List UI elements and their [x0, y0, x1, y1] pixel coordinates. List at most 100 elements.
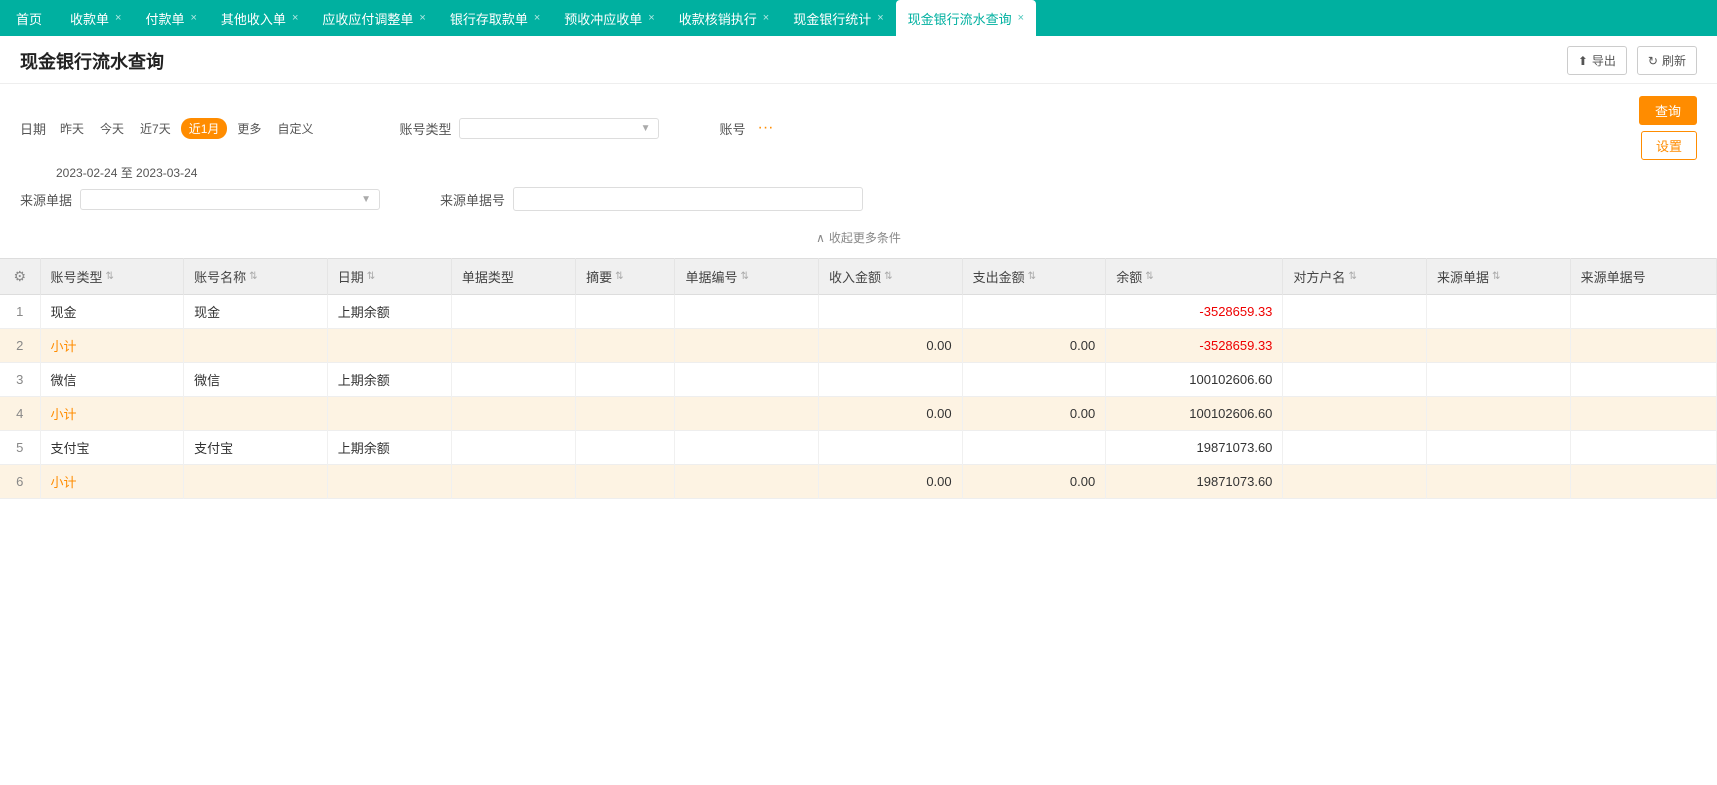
nav-tab-payment[interactable]: 付款单 × — [133, 0, 208, 36]
table-cell: -3528659.33 — [1106, 329, 1283, 363]
main-table: ⚙ 账号类型 ⇅ 账号名称 ⇅ — [0, 258, 1717, 499]
table-cell — [1570, 329, 1716, 363]
table-cell — [184, 397, 328, 431]
close-tab-bank-deposit[interactable]: × — [534, 12, 540, 24]
date-btn-more[interactable]: 更多 — [231, 118, 267, 139]
sort-icon-balance: ⇅ — [1145, 271, 1153, 282]
table-cell — [675, 431, 819, 465]
table-cell: -3528659.33 — [1106, 295, 1283, 329]
refresh-button[interactable]: ↻ 刷新 — [1637, 46, 1697, 75]
close-tab-payment[interactable]: × — [190, 12, 196, 24]
table-cell — [184, 329, 328, 363]
account-type-filter-group: 账号类型 ▼ — [399, 118, 659, 139]
col-summary[interactable]: 摘要 ⇅ — [576, 259, 675, 295]
table-cell — [1570, 397, 1716, 431]
col-doc-no[interactable]: 单据编号 ⇅ — [675, 259, 819, 295]
table-cell — [1570, 363, 1716, 397]
date-options: 昨天 今天 近7天 近1月 更多 自定义 — [54, 118, 319, 139]
collapse-chevron-icon: ∧ — [816, 231, 825, 245]
table-cell: 微信 — [40, 363, 184, 397]
table-cell — [675, 363, 819, 397]
close-tab-ar-ap-adjust[interactable]: × — [419, 12, 425, 24]
date-label: 日期 — [20, 119, 46, 138]
table-cell — [1283, 329, 1427, 363]
date-btn-yesterday[interactable]: 昨天 — [54, 118, 90, 139]
settings-button[interactable]: 设置 — [1641, 131, 1697, 160]
nav-tab-ar-ap-adjust[interactable]: 应收应付调整单 × — [310, 0, 437, 36]
table-cell — [675, 465, 819, 499]
date-btn-custom[interactable]: 自定义 — [271, 118, 319, 139]
col-date[interactable]: 日期 ⇅ — [327, 259, 451, 295]
filter-area: 日期 昨天 今天 近7天 近1月 更多 自定义 账号类型 ▼ — [0, 84, 1717, 254]
col-counterpart[interactable]: 对方户名 ⇅ — [1283, 259, 1427, 295]
nav-tab-bank-deposit[interactable]: 银行存取款单 × — [438, 0, 552, 36]
filter-row-2: 来源单据 ▼ 来源单据号 — [20, 187, 1697, 211]
account-dots-button[interactable]: ··· — [753, 119, 777, 137]
source-doc-label: 来源单据 — [20, 190, 72, 209]
nav-tab-cash-bank-stats[interactable]: 现金银行统计 × — [781, 0, 895, 36]
export-button[interactable]: ⬆ 导出 — [1567, 46, 1627, 75]
table-cell — [1427, 465, 1571, 499]
date-btn-1month[interactable]: 近1月 — [181, 118, 228, 139]
table-cell: 0.00 — [819, 329, 963, 363]
col-income[interactable]: 收入金额 ⇅ — [819, 259, 963, 295]
date-btn-today[interactable]: 今天 — [94, 118, 130, 139]
close-tab-cash-bank-flow[interactable]: × — [1018, 12, 1024, 24]
close-tab-other-income[interactable]: × — [292, 12, 298, 24]
table-cell: 100102606.60 — [1106, 363, 1283, 397]
col-account-name[interactable]: 账号名称 ⇅ — [184, 259, 328, 295]
source-doc-no-input[interactable] — [513, 187, 863, 211]
table-row: 4小计0.000.00100102606.60 — [0, 397, 1717, 431]
table-header: ⚙ 账号类型 ⇅ 账号名称 ⇅ — [0, 259, 1717, 295]
nav-tab-other-income[interactable]: 其他收入单 × — [209, 0, 310, 36]
refresh-icon: ↻ — [1648, 54, 1658, 68]
table-cell: 5 — [0, 431, 40, 465]
sort-icon-source-doc: ⇅ — [1492, 271, 1500, 282]
collapse-bar[interactable]: ∧ 收起更多条件 — [20, 221, 1697, 254]
col-source-doc[interactable]: 来源单据 ⇅ — [1427, 259, 1571, 295]
close-tab-cash-bank-stats[interactable]: × — [877, 12, 883, 24]
table-cell — [451, 295, 575, 329]
table-cell — [1283, 465, 1427, 499]
close-tab-prepay-offset[interactable]: × — [648, 12, 654, 24]
table-cell — [451, 363, 575, 397]
collapse-label: 收起更多条件 — [829, 229, 901, 246]
table-row: 5支付宝支付宝上期余额19871073.60 — [0, 431, 1717, 465]
table-cell — [1283, 295, 1427, 329]
sort-icon-doc-no: ⇅ — [740, 271, 748, 282]
col-account-type[interactable]: 账号类型 ⇅ — [40, 259, 184, 295]
table-cell — [184, 465, 328, 499]
table-row: 2小计0.000.00-3528659.33 — [0, 329, 1717, 363]
table-cell: 小计 — [40, 465, 184, 499]
source-doc-no-filter-group: 来源单据号 — [440, 187, 863, 211]
col-expense[interactable]: 支出金额 ⇅ — [962, 259, 1106, 295]
source-doc-select[interactable]: ▼ — [80, 189, 380, 210]
sort-icon-account-type: ⇅ — [106, 271, 114, 282]
nav-tab-receipt-verify[interactable]: 收款核销执行 × — [667, 0, 781, 36]
table-cell: 100102606.60 — [1106, 397, 1283, 431]
close-tab-receipt-verify[interactable]: × — [763, 12, 769, 24]
table-cell: 0.00 — [819, 465, 963, 499]
table-cell: 4 — [0, 397, 40, 431]
col-source-doc-no[interactable]: 来源单据号 — [1570, 259, 1716, 295]
table-cell — [819, 431, 963, 465]
close-tab-receipt[interactable]: × — [115, 12, 121, 24]
query-button[interactable]: 查询 — [1639, 96, 1697, 125]
col-doc-type[interactable]: 单据类型 — [451, 259, 575, 295]
nav-home[interactable]: 首页 — [0, 0, 58, 36]
col-gear[interactable]: ⚙ — [0, 259, 40, 295]
table-cell — [576, 329, 675, 363]
nav-tab-cash-bank-flow[interactable]: 现金银行流水查询 × — [896, 0, 1036, 36]
table-cell: 现金 — [40, 295, 184, 329]
date-btn-7days[interactable]: 近7天 — [134, 118, 177, 139]
account-type-select[interactable]: ▼ — [459, 118, 659, 139]
table-cell — [819, 363, 963, 397]
sort-icon-summary: ⇅ — [615, 271, 623, 282]
sort-icon-counterpart: ⇅ — [1348, 271, 1356, 282]
source-doc-no-label: 来源单据号 — [440, 190, 505, 209]
nav-tab-receipt[interactable]: 收款单 × — [58, 0, 133, 36]
table-cell — [1427, 329, 1571, 363]
col-balance[interactable]: 余额 ⇅ — [1106, 259, 1283, 295]
table-cell: 1 — [0, 295, 40, 329]
nav-tab-prepay-offset[interactable]: 预收冲应收单 × — [552, 0, 666, 36]
